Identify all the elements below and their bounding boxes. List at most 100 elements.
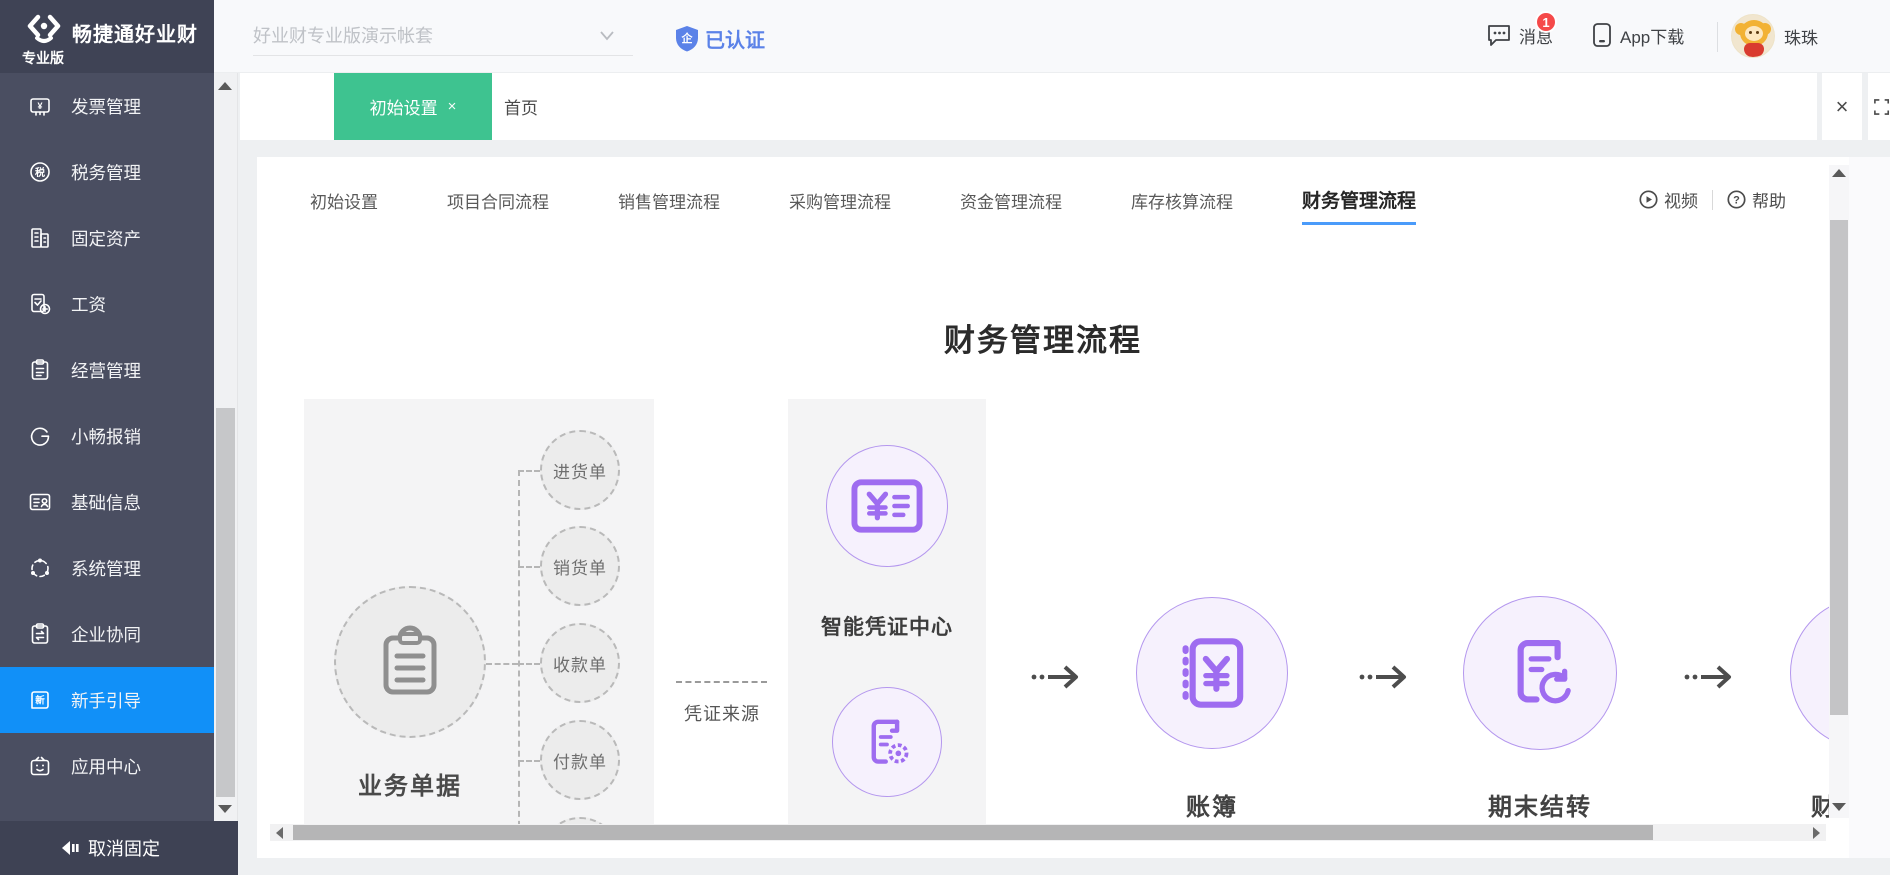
system-mgmt-icon <box>28 556 52 580</box>
sidebar-item-label: 税务管理 <box>71 162 141 183</box>
content-tab-5[interactable]: 资金管理流程 <box>960 188 1062 225</box>
tax-icon: 税 <box>28 160 52 184</box>
chanjet-logo-icon <box>27 14 61 43</box>
connector-line <box>486 663 518 665</box>
page-tab-bar: 首页 初始设置 × <box>240 73 1817 140</box>
unpin-sidebar-button[interactable]: 取消固定 <box>0 821 238 875</box>
sidebar-item-label: 系统管理 <box>71 558 141 579</box>
tab-close-icon[interactable]: × <box>448 98 457 115</box>
play-circle-icon <box>1639 190 1658 209</box>
app-title: 畅捷通好业财 <box>72 24 198 46</box>
account-set-selector[interactable]: 好业财专业版演示帐套 <box>253 22 633 56</box>
flow-node-label-3: 财 <box>1811 794 1829 821</box>
video-label: 视频 <box>1664 192 1698 211</box>
controls-divider <box>1712 189 1713 210</box>
flow-arrow <box>1358 662 1410 697</box>
app-download-label: App下载 <box>1620 27 1685 47</box>
tab-home[interactable]: 首页 <box>504 73 564 140</box>
document-gear-icon <box>871 719 909 764</box>
unpin-label: 取消固定 <box>88 839 160 859</box>
scroll-up-icon[interactable] <box>1832 169 1846 177</box>
tab-initial-setup[interactable]: 初始设置 × <box>334 73 492 140</box>
expand-page-button[interactable] <box>1868 73 1890 140</box>
connector-line <box>518 760 540 762</box>
content-tab-6[interactable]: 库存核算流程 <box>1131 188 1233 225</box>
content-tab-bar: 初始设置 项目合同流程 销售管理流程 采购管理流程 资金管理流程 库存核算流程 财务管理流程 <box>310 179 1417 225</box>
help-button[interactable]: ? 帮助 <box>1727 187 1786 212</box>
sidebar-item-2[interactable]: 税 税务管理 <box>0 139 214 205</box>
account-set-value: 好业财专业版演示帐套 <box>253 26 433 46</box>
sidebar-item-5[interactable]: 经营管理 <box>0 337 214 403</box>
svg-text:企: 企 <box>681 31 694 45</box>
scroll-left-icon[interactable] <box>276 827 283 839</box>
phone-icon <box>1593 23 1611 47</box>
flow-arrow-icon <box>1359 665 1406 689</box>
scroll-down-icon[interactable] <box>1832 803 1846 811</box>
avatar <box>1731 14 1775 58</box>
document-node-2: 销货单 <box>540 526 620 606</box>
sidebar-item-label: 基础信息 <box>71 492 141 513</box>
sidebar-item-label: 工资 <box>71 294 106 315</box>
horizontal-scrollbar-thumb[interactable] <box>293 825 1653 840</box>
smart-voucher-node <box>826 445 948 567</box>
sidebar-item-9[interactable]: 企业协同 <box>0 601 214 667</box>
certified-badge: 企 已认证 <box>675 23 765 53</box>
content-vertical-scrollbar[interactable] <box>1829 165 1849 818</box>
scroll-down-icon[interactable] <box>218 805 232 813</box>
sidebar-item-7[interactable]: 基础信息 <box>0 469 214 535</box>
sidebar-item-11[interactable]: 应用中心 <box>0 733 214 799</box>
sidebar-item-6[interactable]: 小畅报销 <box>0 403 214 469</box>
sidebar-item-label: 经营管理 <box>71 360 141 381</box>
base-info-icon <box>28 490 52 514</box>
content-tab-2[interactable]: 项目合同流程 <box>447 188 549 225</box>
flow-diagram-viewport: 财务管理流程 业务单据 进货单 销货单 收款单 付款单 凭证来源 智能凭证中心 … <box>257 157 1829 824</box>
sidebar-item-1[interactable]: ¥ 发票管理 <box>0 73 214 139</box>
xiaochang-expense-icon <box>28 424 52 448</box>
content-tab-7[interactable]: 财务管理流程 <box>1302 186 1417 225</box>
vertical-scrollbar-thumb[interactable] <box>1830 220 1848 715</box>
app-center-icon <box>28 754 52 778</box>
card-right-strip <box>1849 157 1890 858</box>
content-tab-1[interactable]: 初始设置 <box>310 188 378 225</box>
chevron-down-icon <box>600 31 614 41</box>
svg-text:新: 新 <box>35 695 45 707</box>
content-tab-3[interactable]: 销售管理流程 <box>618 188 720 225</box>
app-edition-label: 专业版 <box>22 50 64 66</box>
sidebar-scrollbar[interactable] <box>214 73 238 821</box>
sidebar-scrollbar-thumb[interactable] <box>216 408 235 797</box>
newbie-guide-icon: 新 <box>28 688 52 712</box>
clipboard-icon <box>383 625 437 695</box>
topbar-divider <box>1717 22 1718 52</box>
flow-node-3 <box>1790 597 1829 749</box>
sidebar-item-4[interactable]: 工资 <box>0 271 214 337</box>
messages-button[interactable]: 消息 1 <box>1486 11 1557 48</box>
tab-home-label: 首页 <box>504 99 538 118</box>
scroll-right-icon[interactable] <box>1813 827 1820 839</box>
expand-icon <box>1874 98 1890 115</box>
sidebar-item-label: 应用中心 <box>71 756 141 777</box>
user-menu[interactable]: 珠珠 <box>1731 14 1818 58</box>
svg-text:¥: ¥ <box>37 101 42 111</box>
sidebar-item-10[interactable]: 新 新手引导 <box>0 667 214 733</box>
top-bar: 好业财专业版演示帐套 企 已认证 消息 1 App下载 珠珠 <box>214 0 1890 73</box>
messages-badge: 1 <box>1535 11 1557 33</box>
certified-label: 已认证 <box>705 29 765 52</box>
sidebar-item-8[interactable]: 系统管理 <box>0 535 214 601</box>
sidebar-item-label: 小畅报销 <box>71 426 141 447</box>
flow-node-1 <box>1136 597 1288 749</box>
business-mgmt-icon <box>28 358 52 382</box>
business-documents-node <box>334 586 486 738</box>
video-button[interactable]: 视频 <box>1639 187 1698 212</box>
close-page-button[interactable]: × <box>1822 73 1862 140</box>
scroll-up-icon[interactable] <box>218 82 232 90</box>
app-download-button[interactable]: App下载 <box>1591 22 1684 48</box>
content-tab-4[interactable]: 采购管理流程 <box>789 188 891 225</box>
flow-arrow-icon <box>1031 665 1078 689</box>
content-horizontal-scrollbar[interactable] <box>270 824 1826 841</box>
smart-voucher-label: 智能凭证中心 <box>821 616 953 639</box>
fixed-assets-icon <box>28 226 52 250</box>
sidebar-item-3[interactable]: 固定资产 <box>0 205 214 271</box>
app-logo-block: 畅捷通好业财 专业版 <box>0 0 214 73</box>
business-documents-label: 业务单据 <box>358 773 462 800</box>
help-label: 帮助 <box>1752 192 1786 211</box>
